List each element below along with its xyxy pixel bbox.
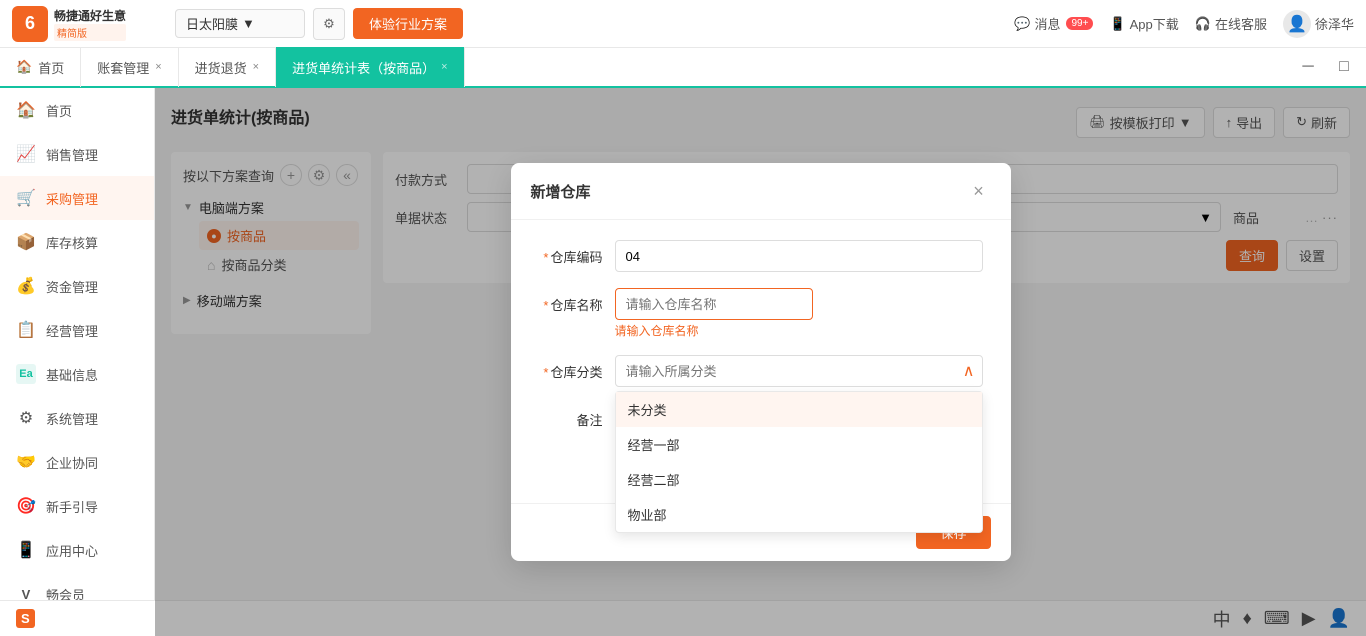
name-label: *仓库名称 (539, 288, 603, 314)
category-input[interactable] (615, 355, 983, 387)
store-name: 日太阳膜 (186, 14, 238, 33)
message-icon: 💬 (1014, 16, 1030, 32)
sidebar-item-guide[interactable]: 🎯 新手引导 (0, 484, 154, 528)
top-right: 💬 消息 99+ 📱 App下载 🎧 在线客服 👤 徐泽华 (1014, 10, 1354, 38)
modal-close-button[interactable]: × (967, 179, 991, 203)
user-menu[interactable]: 👤 徐泽华 (1283, 10, 1354, 38)
name-input-wrap: 请输入仓库名称 (615, 288, 983, 339)
system-icon: ⚙ (16, 408, 36, 428)
operations-icon: 📋 (16, 320, 36, 340)
sidebar-item-apps[interactable]: 📱 应用中心 (0, 528, 154, 572)
code-input[interactable] (615, 240, 983, 272)
online-service-button[interactable]: 🎧 在线客服 (1195, 14, 1267, 33)
sidebar-item-operations[interactable]: 📋 经营管理 (0, 308, 154, 352)
dropdown-item-3[interactable]: 物业部 (616, 497, 982, 532)
avatar: 👤 (1283, 10, 1311, 38)
dropdown-item-2[interactable]: 经营二部 (616, 462, 982, 497)
sidebar-item-basic-info[interactable]: Ea 基础信息 (0, 352, 154, 396)
trial-button[interactable]: 体验行业方案 (353, 8, 463, 39)
logo-area: 6 畅捷通好生意 精简版 (12, 6, 167, 42)
tab-close-account[interactable]: × (155, 62, 161, 73)
apps-icon: 📱 (16, 540, 36, 560)
sidebar-item-inventory[interactable]: 📦 库存核算 (0, 220, 154, 264)
tab-close-purchase-return[interactable]: × (253, 62, 259, 73)
tab-account[interactable]: 账套管理 × (81, 47, 178, 87)
basic-info-icon: Ea (16, 364, 36, 384)
logo-badge: 精简版 (54, 24, 126, 41)
form-row-name: *仓库名称 请输入仓库名称 (539, 288, 983, 339)
logo-text: 畅捷通好生意 精简版 (54, 7, 126, 41)
category-label: *仓库分类 (539, 355, 603, 381)
sales-icon: 📈 (16, 144, 36, 164)
message-badge: 99+ (1066, 17, 1093, 30)
sidebar-item-home[interactable]: 🏠 首页 (0, 88, 154, 132)
purchase-icon: 🛒 (16, 188, 36, 208)
chevron-down-icon: ▼ (242, 16, 294, 31)
finance-icon: 💰 (16, 276, 36, 296)
bottom-logo: S (16, 609, 35, 628)
headset-icon: 🎧 (1195, 16, 1211, 32)
modal-new-warehouse: 新增仓库 × *仓库编码 *仓库名称 (511, 163, 1011, 561)
tab-purchase-stats[interactable]: 进货单统计表（按商品） × (276, 47, 464, 87)
username-label: 徐泽华 (1315, 14, 1354, 33)
dropdown-item-0[interactable]: 未分类 (616, 392, 982, 427)
name-error-msg: 请输入仓库名称 (615, 322, 983, 339)
tab-home[interactable]: 🏠 首页 (0, 47, 81, 87)
sidebar-item-purchase[interactable]: 🛒 采购管理 (0, 176, 154, 220)
code-label: *仓库编码 (539, 240, 603, 266)
sidebar-item-finance[interactable]: 💰 资金管理 (0, 264, 154, 308)
nav-tabs: 🏠 首页 账套管理 × 进货退货 × 进货单统计表（按商品） × ─ □ (0, 48, 1366, 88)
gear-button[interactable]: ⚙ (313, 8, 345, 40)
top-bar: 6 畅捷通好生意 精简版 日太阳膜 ▼ ⚙ 体验行业方案 💬 消息 99+ 📱 … (0, 0, 1366, 48)
sidebar-item-system[interactable]: ⚙ 系统管理 (0, 396, 154, 440)
sidebar-item-enterprise[interactable]: 🤝 企业协同 (0, 440, 154, 484)
modal-overlay: 新增仓库 × *仓库编码 *仓库名称 (155, 88, 1366, 636)
category-dropdown: ∧ 未分类 经营一部 经营二部 物业部 (615, 355, 983, 387)
dropdown-list: 未分类 经营一部 经营二部 物业部 (615, 391, 983, 533)
form-row-code: *仓库编码 (539, 240, 983, 272)
logo-icon: 6 (12, 6, 48, 42)
store-selector[interactable]: 日太阳膜 ▼ (175, 9, 305, 38)
form-row-category: *仓库分类 ∧ 未分类 经营一部 经营二部 物业部 (539, 355, 983, 387)
modal-title: 新增仓库 (531, 181, 591, 202)
home-icon: 🏠 (16, 59, 32, 75)
enterprise-icon: 🤝 (16, 452, 36, 472)
tab-close-purchase-stats[interactable]: × (441, 62, 447, 73)
tab-maximize-button[interactable]: □ (1330, 53, 1358, 81)
note-label: 备注 (539, 403, 603, 429)
tab-purchase-return[interactable]: 进货退货 × (179, 47, 276, 87)
phone-icon: 📱 (1109, 16, 1125, 32)
gear-icon: ⚙ (323, 16, 335, 32)
dropdown-item-1[interactable]: 经营一部 (616, 427, 982, 462)
inventory-icon: 📦 (16, 232, 36, 252)
sidebar: 🏠 首页 📈 销售管理 🛒 采购管理 📦 库存核算 💰 资金管理 📋 经营管理 … (0, 88, 155, 636)
home-icon: 🏠 (16, 100, 36, 120)
message-button[interactable]: 💬 消息 99+ (1014, 14, 1093, 33)
modal-header: 新增仓库 × (511, 163, 1011, 220)
guide-icon: 🎯 (16, 496, 36, 516)
sidebar-item-sales[interactable]: 📈 销售管理 (0, 132, 154, 176)
tab-minimize-button[interactable]: ─ (1294, 53, 1322, 81)
main-layout: 🏠 首页 📈 销售管理 🛒 采购管理 📦 库存核算 💰 资金管理 📋 经营管理 … (0, 88, 1366, 636)
app-download-button[interactable]: 📱 App下载 (1109, 14, 1178, 33)
name-input[interactable] (615, 288, 813, 320)
tab-actions: ─ □ (1294, 53, 1366, 81)
modal-body: *仓库编码 *仓库名称 请输入仓库名称 (511, 220, 1011, 503)
content-area: 进货单统计(按商品) 🖨 按模板打印 ▼ ↑ 导出 ↻ 刷新 (155, 88, 1366, 636)
